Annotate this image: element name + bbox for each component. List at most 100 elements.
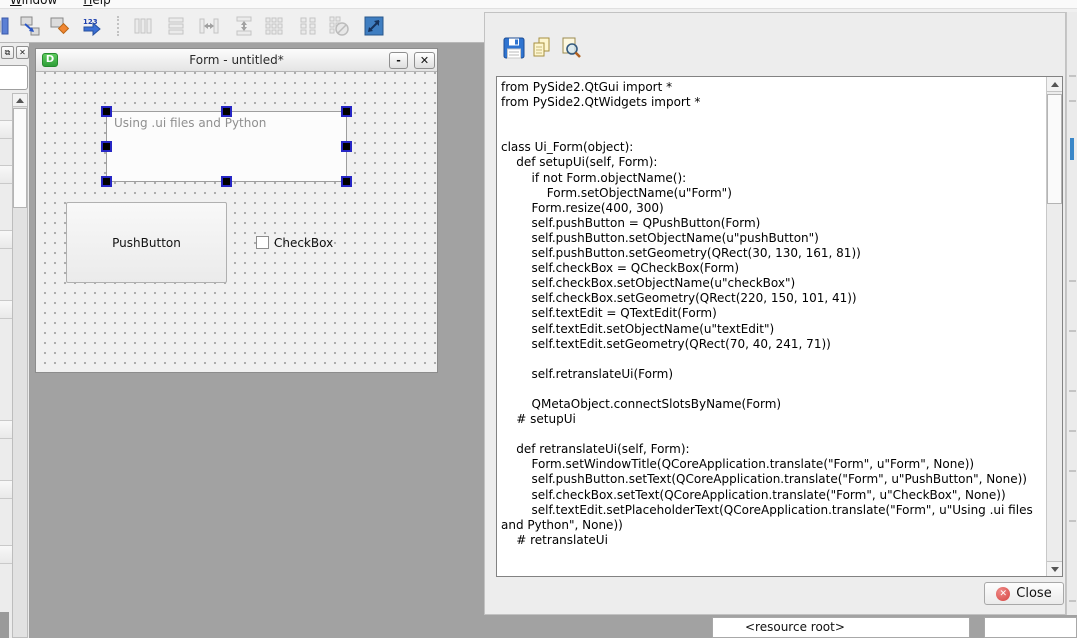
selection-handle-top-mid[interactable]	[221, 106, 232, 117]
dock-float-icon[interactable]: ⧉	[1, 46, 14, 59]
code-line: self.retranslateUi(Form)	[501, 367, 1044, 382]
code-line: QMetaObject.connectSlotsByName(Form)	[501, 397, 1044, 412]
code-line	[501, 382, 1044, 397]
layout-horizontal-splitter-icon[interactable]	[196, 13, 222, 39]
resource-root-label: <resource root>	[745, 620, 845, 634]
break-layout-icon[interactable]	[326, 13, 352, 39]
code-view[interactable]: from PySide2.QtGui import *from PySide2.…	[496, 76, 1063, 577]
edit-tab-order-icon[interactable]: 123	[79, 13, 105, 39]
code-line: def setupUi(self, Form):	[501, 155, 1044, 170]
strip-dash	[1069, 390, 1076, 392]
strip-dash	[1069, 280, 1076, 282]
layout-grid-icon[interactable]	[261, 13, 287, 39]
code-line: Form.setObjectName(u"Form")	[501, 186, 1044, 201]
pushbutton-label: PushButton	[112, 236, 181, 250]
code-line: self.textEdit.setGeometry(QRect(70, 40, …	[501, 337, 1044, 352]
selection-handle-top-left[interactable]	[101, 106, 112, 117]
strip-dash	[1069, 520, 1076, 522]
code-line: self.checkBox.setObjectName(u"checkBox")	[501, 276, 1044, 291]
right-panel-edge	[1066, 12, 1077, 615]
widget-box-scrollbar[interactable]	[12, 93, 28, 638]
scrollbar-thumb[interactable]	[13, 108, 27, 208]
code-line: from PySide2.QtWidgets import *	[501, 95, 1044, 110]
strip-dash	[1069, 100, 1076, 102]
widget-box-row[interactable]	[0, 420, 12, 439]
code-line: self.checkBox = QCheckBox(Form)	[501, 261, 1044, 276]
dock-close-icon[interactable]: ✕	[16, 46, 29, 59]
code-line: Form.setWindowTitle(QCoreApplication.tra…	[501, 457, 1044, 472]
strip-dash	[1069, 75, 1076, 77]
find-icon[interactable]	[560, 37, 582, 59]
minimize-button[interactable]: -	[389, 52, 408, 69]
layout-horizontally-icon[interactable]	[130, 13, 156, 39]
widget-box-row[interactable]	[0, 120, 12, 139]
widget-box-row[interactable]	[0, 165, 12, 184]
resource-browser-panel[interactable]: <resource root>	[712, 617, 970, 638]
code-line	[501, 427, 1044, 442]
code-line: # setupUi	[501, 412, 1044, 427]
close-window-button[interactable]: ✕	[414, 52, 435, 69]
selection-handle-bottom-mid[interactable]	[221, 176, 232, 187]
dock-resize-corner	[0, 612, 9, 638]
code-scrollbar[interactable]	[1046, 77, 1062, 576]
widget-box-row[interactable]	[0, 300, 12, 319]
layout-form-icon[interactable]	[295, 13, 321, 39]
toolbar-separator	[117, 16, 119, 36]
form-window-titlebar[interactable]: D Form - untitled* - ✕	[36, 49, 437, 72]
scroll-up-icon[interactable]	[1047, 77, 1063, 92]
code-line	[501, 125, 1044, 140]
selection-handle-bottom-right[interactable]	[341, 176, 352, 187]
menu-window[interactable]: Window	[10, 0, 57, 7]
code-line: and Python", None))	[501, 518, 1044, 533]
checkbox-box[interactable]	[256, 236, 269, 249]
widget-box-row[interactable]	[0, 230, 12, 249]
widget-box-row[interactable]	[0, 545, 12, 564]
code-line: self.textEdit.setObjectName(u"textEdit")	[501, 322, 1044, 337]
selection-handle-mid-left[interactable]	[101, 141, 112, 152]
strip-dash	[1069, 470, 1076, 472]
code-line: Form.resize(400, 300)	[501, 201, 1044, 216]
form-editor-window: D Form - untitled* - ✕ Using .ui files a…	[35, 48, 438, 373]
selection-handle-top-right[interactable]	[341, 106, 352, 117]
code-line: self.pushButton.setText(QCoreApplication…	[501, 472, 1044, 487]
strip-dash	[1069, 330, 1076, 332]
menu-help[interactable]: Help	[83, 0, 110, 7]
strip-dash	[1069, 430, 1076, 432]
code-text: from PySide2.QtGui import *from PySide2.…	[501, 80, 1044, 548]
code-line: if not Form.objectName():	[501, 171, 1044, 186]
close-button[interactable]: ✕ Close	[984, 582, 1064, 605]
resource-detail-panel[interactable]	[984, 617, 1077, 638]
edit-signals-slots-icon[interactable]	[17, 13, 43, 39]
code-line	[501, 352, 1044, 367]
scroll-up-icon[interactable]	[13, 94, 27, 107]
code-line: self.textEdit.setPlaceholderText(QCoreAp…	[501, 503, 1044, 518]
close-red-icon: ✕	[996, 587, 1010, 601]
code-line: self.checkBox.setGeometry(QRect(220, 150…	[501, 291, 1044, 306]
checkbox-widget[interactable]: CheckBox	[256, 222, 357, 263]
widget-box-dock: ⧉ ✕	[0, 43, 30, 638]
textedit-widget[interactable]: Using .ui files and Python	[106, 111, 347, 182]
selection-handle-mid-right[interactable]	[341, 141, 352, 152]
layout-vertical-splitter-icon[interactable]	[231, 13, 257, 39]
pushbutton-widget[interactable]: PushButton	[66, 202, 227, 283]
strip-selection-mark	[1070, 138, 1074, 160]
code-line: self.pushButton = QPushButton(Form)	[501, 216, 1044, 231]
adjust-size-icon[interactable]	[361, 13, 387, 39]
form-canvas[interactable]: Using .ui files and Python PushButton Ch…	[36, 72, 437, 372]
strip-dash	[1069, 600, 1076, 602]
widget-box-row[interactable]	[0, 480, 12, 499]
scrollbar-thumb[interactable]	[1047, 94, 1062, 204]
save-icon[interactable]	[503, 37, 525, 59]
checkbox-label: CheckBox	[274, 236, 333, 250]
selection-handle-bottom-left[interactable]	[101, 176, 112, 187]
widget-filter-input[interactable]	[0, 65, 28, 90]
edit-widgets-icon[interactable]	[0, 13, 14, 39]
scroll-down-icon[interactable]	[1047, 561, 1063, 576]
code-line: class Ui_Form(object):	[501, 140, 1044, 155]
designer-form-icon: D	[42, 53, 58, 67]
edit-buddies-icon[interactable]	[47, 13, 73, 39]
layout-vertically-icon[interactable]	[163, 13, 189, 39]
code-preview-dialog: from PySide2.QtGui import *from PySide2.…	[484, 12, 1066, 615]
form-window-title: Form - untitled*	[36, 53, 437, 67]
copy-icon[interactable]	[531, 37, 553, 59]
